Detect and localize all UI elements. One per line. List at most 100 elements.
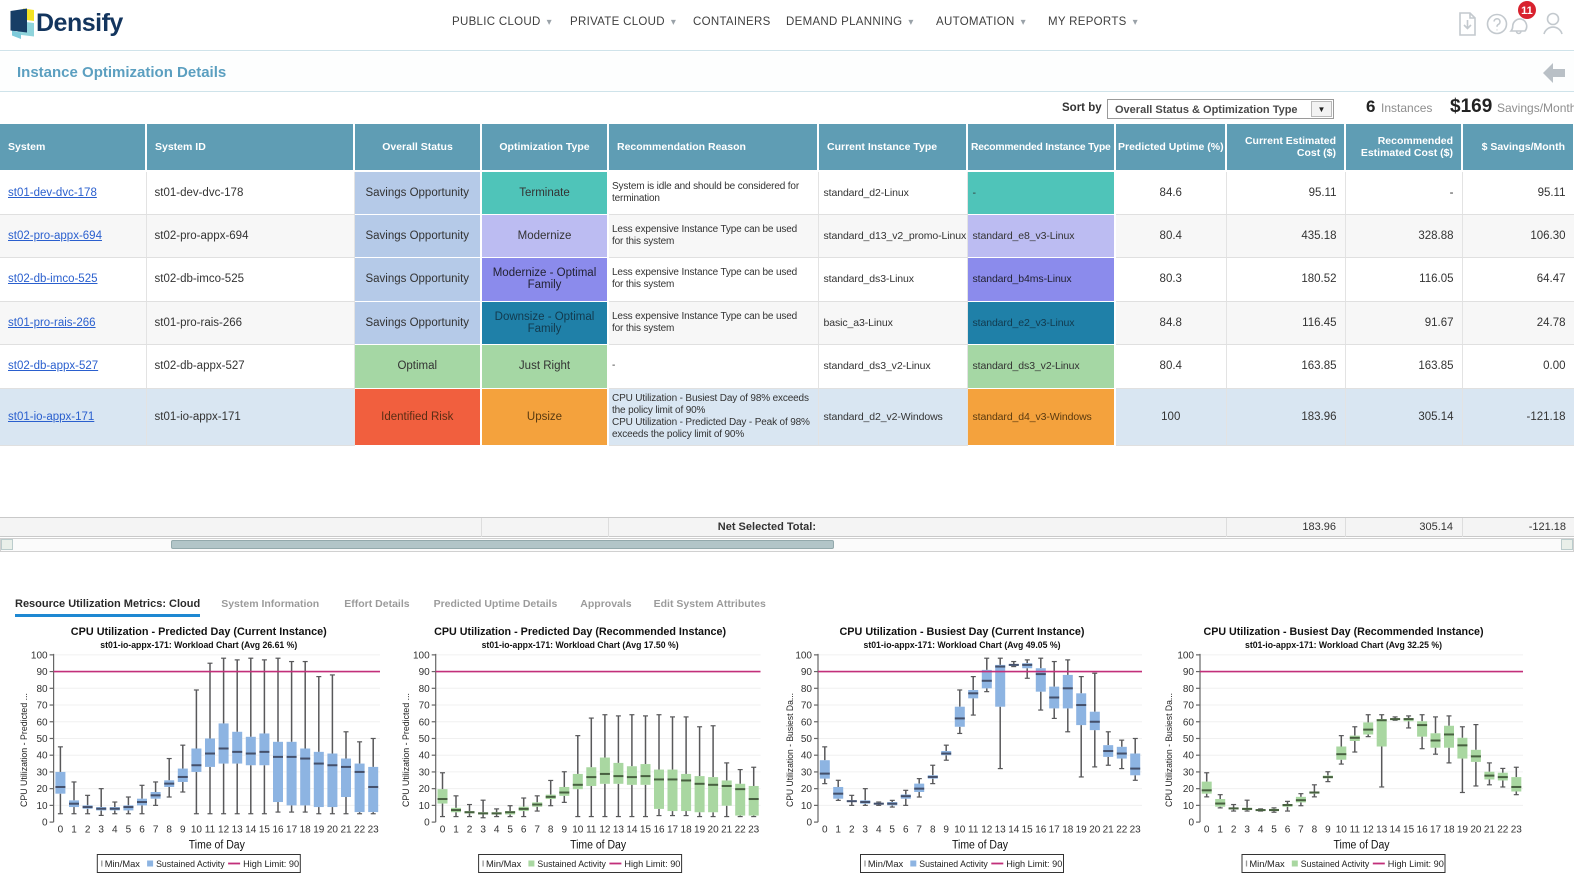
svg-text:16: 16 (272, 825, 284, 836)
svg-text:50: 50 (1183, 734, 1195, 745)
svg-text:Time of Day: Time of Day (1334, 840, 1390, 852)
svg-text:14: 14 (1390, 825, 1402, 836)
svg-text:100: 100 (1177, 650, 1194, 661)
svg-text:13: 13 (995, 825, 1007, 836)
svg-text:60: 60 (801, 717, 813, 728)
svg-text:17: 17 (286, 825, 298, 836)
svg-text:7: 7 (153, 825, 159, 836)
svg-text:Sustained Activity: Sustained Activity (537, 859, 606, 870)
svg-text:22: 22 (1116, 825, 1128, 836)
svg-text:90: 90 (36, 667, 48, 678)
svg-text:60: 60 (1183, 717, 1195, 728)
svg-text:21: 21 (340, 825, 352, 836)
svg-text:10: 10 (1183, 801, 1195, 812)
svg-text:23: 23 (748, 825, 760, 836)
svg-text:CPU Utilization - Predicted ..: CPU Utilization - Predicted ... (401, 693, 412, 807)
svg-text:23: 23 (1130, 825, 1142, 836)
svg-text:80: 80 (801, 684, 813, 695)
svg-text:100: 100 (31, 650, 48, 661)
svg-text:Min/Max: Min/Max (486, 859, 522, 870)
svg-text:Time of Day: Time of Day (189, 840, 245, 852)
svg-text:0: 0 (440, 825, 446, 836)
svg-text:CPU Utilization - Predicted Da: CPU Utilization - Predicted Day (Current… (71, 626, 327, 638)
svg-text:3: 3 (98, 825, 104, 836)
svg-text:21: 21 (1103, 825, 1115, 836)
svg-text:12: 12 (981, 825, 993, 836)
svg-text:20: 20 (327, 825, 339, 836)
svg-text:13: 13 (232, 825, 244, 836)
svg-text:21: 21 (721, 825, 733, 836)
svg-text:8: 8 (1312, 825, 1318, 836)
svg-text:20: 20 (36, 784, 48, 795)
svg-text:Sustained Activity: Sustained Activity (919, 859, 988, 870)
svg-text:20: 20 (1183, 784, 1195, 795)
svg-text:16: 16 (1035, 825, 1047, 836)
svg-text:70: 70 (1183, 701, 1195, 712)
svg-text:CPU Utilization - Busiest Da..: CPU Utilization - Busiest Da... (1164, 693, 1175, 807)
svg-text:9: 9 (943, 825, 949, 836)
svg-text:90: 90 (419, 667, 431, 678)
svg-text:70: 70 (801, 701, 813, 712)
svg-text:8: 8 (930, 825, 936, 836)
svg-text:Min/Max: Min/Max (1249, 859, 1285, 870)
svg-text:5: 5 (126, 825, 132, 836)
svg-text:20: 20 (801, 784, 813, 795)
svg-text:3: 3 (862, 825, 868, 836)
svg-text:2: 2 (467, 825, 473, 836)
svg-text:16: 16 (1417, 825, 1429, 836)
svg-text:20: 20 (1089, 825, 1101, 836)
svg-text:8: 8 (548, 825, 554, 836)
svg-text:15: 15 (1022, 825, 1034, 836)
svg-text:0: 0 (58, 825, 64, 836)
svg-text:5: 5 (507, 825, 513, 836)
svg-text:12: 12 (1363, 825, 1375, 836)
svg-text:6: 6 (1285, 825, 1291, 836)
svg-text:10: 10 (419, 801, 431, 812)
svg-text:17: 17 (1049, 825, 1061, 836)
svg-text:2: 2 (1231, 825, 1237, 836)
svg-text:2: 2 (849, 825, 855, 836)
svg-text:st01-io-appx-171: Workload Cha: st01-io-appx-171: Workload Chart (Avg 49… (864, 640, 1061, 651)
svg-text:1: 1 (1217, 825, 1223, 836)
svg-text:50: 50 (36, 734, 48, 745)
svg-text:2: 2 (85, 825, 91, 836)
svg-text:15: 15 (1403, 825, 1415, 836)
svg-text:20: 20 (419, 784, 431, 795)
svg-text:100: 100 (795, 650, 812, 661)
svg-text:50: 50 (801, 734, 813, 745)
svg-text:14: 14 (245, 825, 257, 836)
svg-text:60: 60 (419, 717, 431, 728)
svg-text:15: 15 (640, 825, 652, 836)
svg-text:70: 70 (419, 701, 431, 712)
svg-text:11: 11 (968, 825, 979, 836)
svg-text:Sustained Activity: Sustained Activity (1301, 859, 1370, 870)
svg-text:Min/Max: Min/Max (105, 859, 141, 870)
svg-text:Time of Day: Time of Day (570, 840, 626, 852)
svg-text:st01-io-appx-171: Workload Cha: st01-io-appx-171: Workload Chart (Avg 32… (1245, 640, 1442, 651)
svg-text:90: 90 (1183, 667, 1195, 678)
svg-text:1: 1 (453, 825, 459, 836)
svg-text:13: 13 (1376, 825, 1388, 836)
svg-text:15: 15 (259, 825, 271, 836)
svg-text:17: 17 (1430, 825, 1442, 836)
svg-text:22: 22 (735, 825, 747, 836)
svg-text:10: 10 (572, 825, 584, 836)
svg-text:High Limit: 90: High Limit: 90 (243, 859, 299, 870)
svg-text:6: 6 (903, 825, 909, 836)
svg-text:18: 18 (1062, 825, 1074, 836)
svg-text:High Limit: 90: High Limit: 90 (1006, 859, 1062, 870)
svg-text:40: 40 (801, 751, 813, 762)
svg-text:10: 10 (36, 801, 48, 812)
svg-text:12: 12 (218, 825, 230, 836)
svg-text:13: 13 (613, 825, 625, 836)
svg-text:7: 7 (534, 825, 540, 836)
svg-text:30: 30 (801, 767, 813, 778)
svg-text:7: 7 (916, 825, 922, 836)
svg-text:30: 30 (1183, 767, 1195, 778)
svg-text:Time of Day: Time of Day (952, 840, 1008, 852)
svg-text:21: 21 (1484, 825, 1496, 836)
svg-text:st01-io-appx-171: Workload Cha: st01-io-appx-171: Workload Chart (Avg 26… (100, 640, 297, 651)
svg-text:High Limit: 90: High Limit: 90 (624, 859, 680, 870)
svg-text:9: 9 (562, 825, 568, 836)
svg-text:st01-io-appx-171: Workload Cha: st01-io-appx-171: Workload Chart (Avg 17… (482, 640, 679, 651)
